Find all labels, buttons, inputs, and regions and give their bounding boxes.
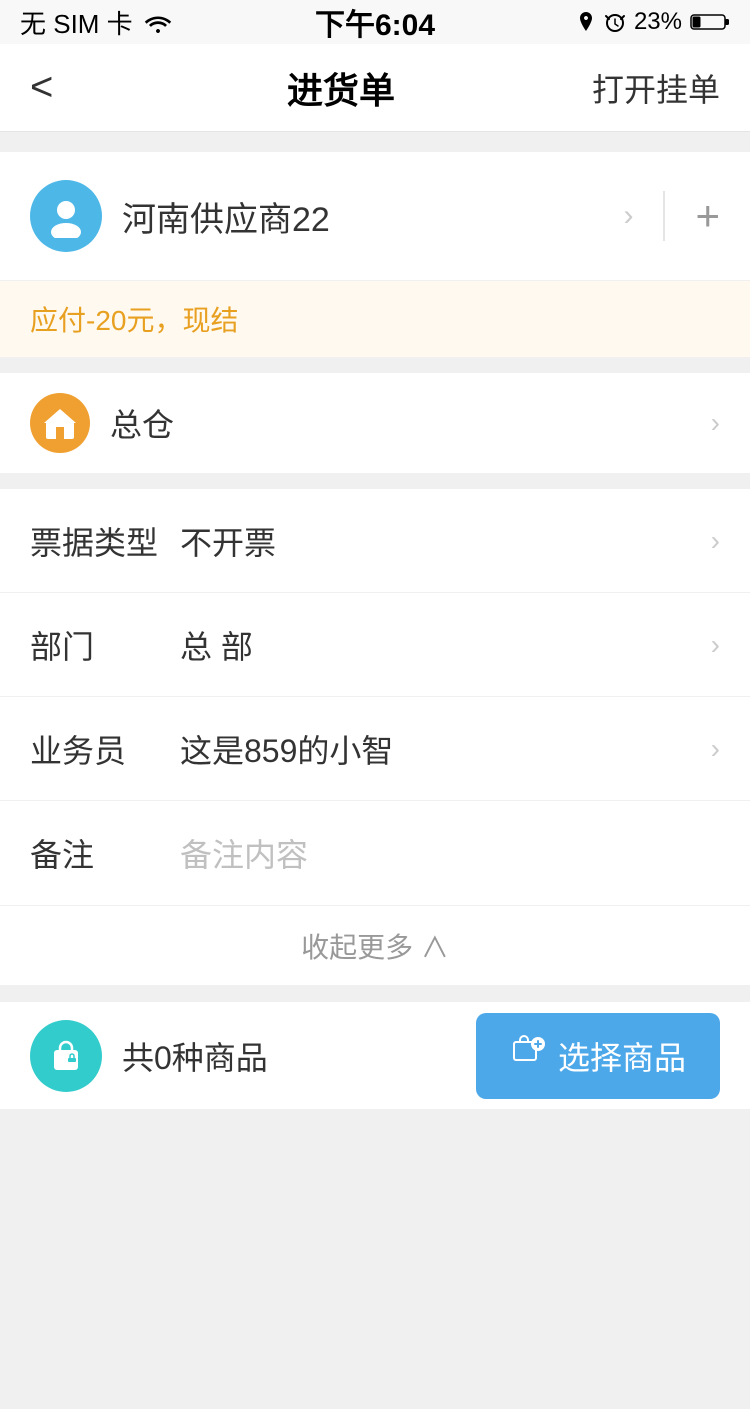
top-divider	[0, 132, 750, 152]
page-title: 进货单	[287, 62, 395, 114]
department-row[interactable]: 部门 总 部 ›	[0, 593, 750, 697]
department-chevron-icon: ›	[711, 629, 720, 661]
collapse-row[interactable]: 收起更多 ∧	[0, 905, 750, 985]
divider-1	[0, 357, 750, 373]
warehouse-row[interactable]: 总仓 ›	[0, 373, 750, 473]
status-time: 下午6:04	[315, 0, 435, 44]
remark-row[interactable]: 备注 备注内容	[0, 801, 750, 905]
open-pending-button[interactable]: 打开挂单	[592, 65, 720, 111]
select-product-label: 选择商品	[558, 1033, 686, 1079]
supplier-row[interactable]: 河南供应商22 › +	[0, 152, 750, 281]
supplier-divider	[663, 191, 665, 241]
salesperson-value: 这是859的小智	[170, 726, 711, 772]
collapse-label: 收起更多 ∧	[301, 926, 449, 966]
invoice-type-label: 票据类型	[30, 518, 170, 564]
warehouse-chevron-icon: ›	[711, 407, 720, 439]
remark-label: 备注	[30, 830, 170, 876]
invoice-type-chevron-icon: ›	[711, 525, 720, 557]
alarm-icon	[604, 11, 626, 33]
salesperson-row[interactable]: 业务员 这是859的小智 ›	[0, 697, 750, 801]
warehouse-section: 总仓 ›	[0, 373, 750, 473]
department-value: 总 部	[170, 622, 711, 668]
invoice-type-row[interactable]: 票据类型 不开票 ›	[0, 489, 750, 593]
gray-area	[0, 1109, 750, 1409]
back-button[interactable]: <	[30, 65, 90, 110]
location-icon	[576, 11, 596, 33]
remark-input[interactable]: 备注内容	[170, 830, 720, 876]
alert-text: 应付-20元，现结	[30, 305, 238, 336]
warehouse-icon	[42, 405, 78, 441]
supplier-section: 河南供应商22 › + 应付-20元，现结	[0, 152, 750, 357]
supplier-add-button[interactable]: +	[695, 192, 720, 240]
warehouse-label: 总仓	[110, 400, 174, 446]
alert-row: 应付-20元，现结	[0, 281, 750, 357]
nav-bar: < 进货单 打开挂单	[0, 44, 750, 132]
invoice-type-value: 不开票	[170, 518, 711, 564]
cart-icon	[510, 1034, 546, 1078]
select-product-button[interactable]: 选择商品	[476, 1013, 720, 1099]
battery-label: 23%	[634, 8, 682, 36]
supplier-chevron-icon: ›	[623, 199, 633, 233]
supplier-avatar	[30, 180, 102, 252]
person-icon	[44, 194, 88, 238]
divider-2	[0, 473, 750, 489]
status-bar: 无 SIM 卡 下午6:04 23%	[0, 0, 750, 44]
product-count-label: 共0种商品	[122, 1033, 476, 1079]
status-right: 23%	[576, 8, 730, 36]
bottom-section: 共0种商品 选择商品	[0, 1001, 750, 1109]
divider-3	[0, 985, 750, 1001]
warehouse-icon-wrap	[30, 393, 90, 453]
product-icon-wrap	[30, 1020, 102, 1092]
salesperson-chevron-icon: ›	[711, 733, 720, 765]
salesperson-label: 业务员	[30, 726, 170, 772]
supplier-name: 河南供应商22	[122, 192, 623, 241]
carrier-label: 无 SIM 卡	[20, 4, 133, 41]
status-left: 无 SIM 卡	[20, 4, 173, 41]
form-section: 票据类型 不开票 › 部门 总 部 › 业务员 这是859的小智 › 备注 备注…	[0, 489, 750, 905]
shopping-bag-icon	[46, 1036, 86, 1076]
battery-icon	[690, 12, 730, 32]
department-label: 部门	[30, 622, 170, 668]
wifi-icon	[143, 11, 173, 33]
